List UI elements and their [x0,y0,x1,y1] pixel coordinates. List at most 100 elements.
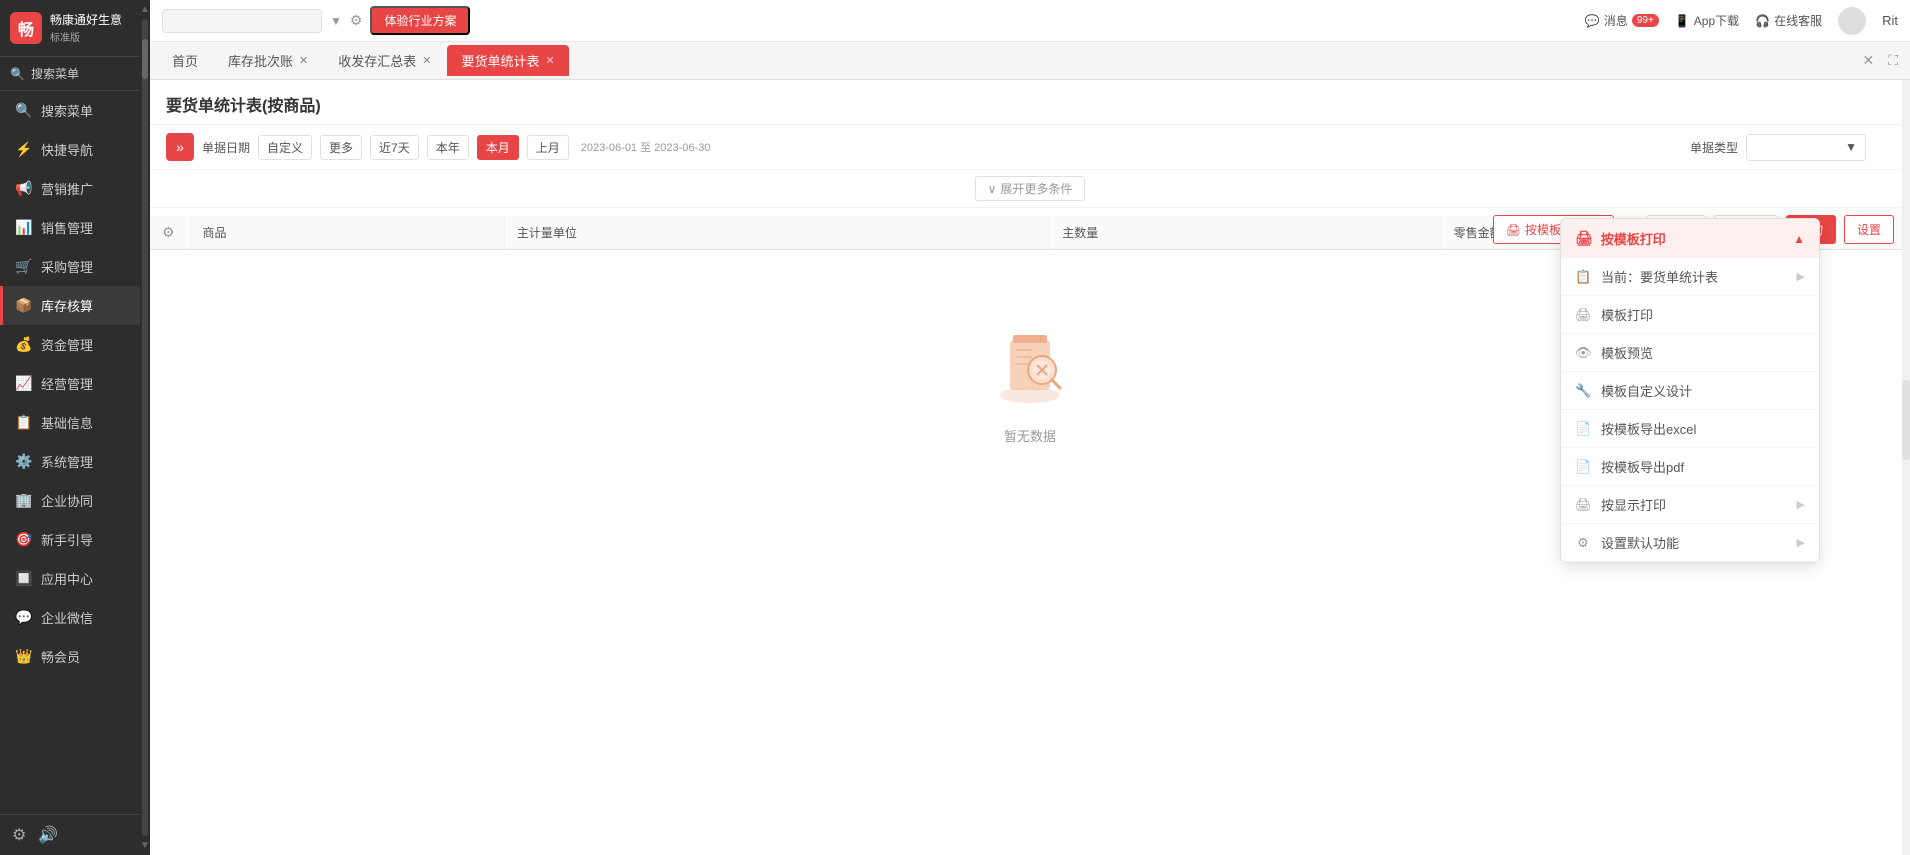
date-btn-自定义[interactable]: 自定义 [258,135,312,160]
tabs-right: ✕ ⛶ [1858,50,1902,71]
sidebar-item-enterprise[interactable]: 🏢 企业协同 [0,481,140,520]
topbar-gear-icon[interactable]: ⚙ [350,12,363,29]
dropdown-item-set-default[interactable]: ⚙ 设置默认功能 ▶ [1561,524,1819,562]
sidebar-item-guide[interactable]: 🎯 新手引导 [0,520,140,559]
dropdown-item-display-print[interactable]: 🖨 按显示打印 ▶ [1561,486,1819,524]
dropdown-item-export-excel[interactable]: 📄 按模板导出excel [1561,410,1819,448]
dropdown-current-arrow: ▶ [1797,270,1805,283]
sidebar-search[interactable]: 🔍 搜索菜单 [0,57,140,91]
tab-home[interactable]: 首页 [158,45,212,76]
date-btn-近7天[interactable]: 近7天 [370,135,419,160]
sidebar-footer: ⚙ 🔊 [0,814,140,855]
dropdown-current-item[interactable]: 📋 当前：要货单统计表 ▶ [1561,258,1819,296]
settings-label: 设置 [1857,221,1881,238]
dropdown-current-icon: 📋 [1575,269,1591,285]
search-label: 搜索菜单 [31,65,79,82]
filter-expand-button[interactable]: » [166,133,194,161]
printer-icon: 🖨 [1506,223,1521,237]
maximize-tab-btn[interactable]: ⛶ [1884,50,1902,71]
tab-close-order-stats[interactable]: ✕ [546,54,555,67]
sidebar-item-label-wechat: 企业微信 [41,608,93,627]
sidebar-item-basic-info[interactable]: 📋 基础信息 [0,403,140,442]
sidebar-logo: 畅 畅康通好生意 标准版 [0,0,140,57]
sidebar-item-label-marketing: 营销推广 [41,179,93,198]
sidebar-item-inventory[interactable]: 📦 库存核算 [0,286,140,325]
user-avatar[interactable] [1838,7,1866,35]
marketing-icon: 📢 [15,180,33,198]
th-unit: 主计量单位 [504,216,1049,250]
date-btn-更多[interactable]: 更多 [320,135,362,160]
tab-close-inventory-batch[interactable]: ✕ [299,54,308,67]
topbar-chevron-icon[interactable]: ▼ [330,14,342,28]
dropdown-item-export-pdf[interactable]: 📄 按模板导出pdf [1561,448,1819,486]
close-tab-btn[interactable]: ✕ [1858,50,1878,71]
logo-text-group: 畅康通好生意 标准版 [50,12,122,44]
display-print-label: 按显示打印 [1601,495,1666,514]
tab-receipt-summary[interactable]: 收发存汇总表✕ [324,45,445,76]
order-type-select[interactable]: ▼ [1746,134,1866,161]
sidebar-item-wechat[interactable]: 💬 企业微信 [0,598,140,637]
topbar: ▼ ⚙ 体验行业方案 💬 消息 99+ 📱 App下载 🎧 在线客服 Rit [150,0,1910,42]
sidebar-item-system[interactable]: ⚙️ 系统管理 [0,442,140,481]
app-download-icon: 📱 [1675,14,1690,28]
sidebar-item-quick-nav[interactable]: ⚡ 快捷导航 [0,130,140,169]
expand-icon: ∨ [988,182,997,196]
purchase-icon: 🛒 [15,258,33,276]
settings-button[interactable]: 设置 [1844,215,1894,244]
sidebar-scrollbar: ▲ ▼ [140,0,150,855]
tab-label-home: 首页 [172,51,198,70]
sidebar-item-label-inventory: 库存核算 [41,296,93,315]
message-item[interactable]: 💬 消息 99+ [1585,12,1659,29]
dropdown-current-label: 当前：要货单统计表 [1601,267,1718,286]
template-preview-label: 模板预览 [1601,343,1653,362]
promo-button[interactable]: 体验行业方案 [370,6,470,35]
sales-icon: 📊 [15,219,33,237]
message-icon: 💬 [1585,14,1600,28]
tab-order-stats[interactable]: 要货单统计表✕ [447,45,568,76]
date-btn-本月[interactable]: 本月 [477,135,519,160]
dropdown-item-template-print[interactable]: 🖨 模板打印 [1561,296,1819,334]
tab-inventory-batch[interactable]: 库存批次账 ✕ [214,45,322,76]
table-column-settings-icon[interactable]: ⚙ [162,224,175,240]
th-quantity: 主数量 [1050,216,1441,250]
dropdown-collapse-icon: ▲ [1793,232,1805,246]
dropdown-current-left: 📋 当前：要货单统计表 [1575,267,1718,286]
sidebar-item-finance[interactable]: 💰 资金管理 [0,325,140,364]
sidebar-item-app-center[interactable]: 🔲 应用中心 [0,559,140,598]
dropdown-header[interactable]: 🖨 按模板打印 ▲ [1561,219,1819,258]
sidebar-item-label-system: 系统管理 [41,452,93,471]
sidebar-item-member[interactable]: 👑 畅会员 [0,637,140,676]
sidebar-item-purchase[interactable]: 🛒 采购管理 [0,247,140,286]
filter-toolbar: » 单据日期自定义更多近7天本年本月上月2023-06-01 至 2023-06… [150,125,1910,170]
scroll-up-btn[interactable]: ▲ [140,4,150,15]
date-btn-上月[interactable]: 上月 [527,135,569,160]
app-download-label: App下载 [1694,12,1739,29]
online-service-label: 在线客服 [1774,12,1822,29]
headset-icon: 🎧 [1755,14,1770,28]
tab-label-inventory-batch: 库存批次账 [228,51,293,70]
sidebar-item-sales[interactable]: 📊 销售管理 [0,208,140,247]
settings-icon[interactable]: ⚙ [12,825,26,845]
logo-icon: 畅 [10,12,42,44]
display-print-icon: 🖨 [1575,497,1591,513]
online-service-item[interactable]: 🎧 在线客服 [1755,12,1822,29]
date-filter-label: 单据日期 [202,139,250,156]
dropdown-header-left: 🖨 按模板打印 [1575,229,1666,248]
order-type-label: 单据类型 [1690,139,1738,156]
topbar-search-input[interactable] [162,9,322,33]
speaker-icon[interactable]: 🔊 [38,825,58,845]
template-print-icon: 🖨 [1575,307,1591,323]
tab-close-receipt-summary[interactable]: ✕ [422,54,431,67]
sidebar-item-operations[interactable]: 📈 经营管理 [0,364,140,403]
dropdown-item-template-custom[interactable]: 🔧 模板自定义设计 [1561,372,1819,410]
export-excel-label: 按模板导出excel [1601,419,1696,438]
date-btn-本年[interactable]: 本年 [427,135,469,160]
dropdown-item-template-preview[interactable]: 👁 模板预览 [1561,334,1819,372]
sidebar-item-search[interactable]: 🔍 搜索菜单 [0,91,140,130]
sidebar-item-marketing[interactable]: 📢 营销推广 [0,169,140,208]
scroll-track [142,19,148,836]
topbar-right: 💬 消息 99+ 📱 App下载 🎧 在线客服 Rit [1585,7,1898,35]
app-download-item[interactable]: 📱 App下载 [1675,12,1739,29]
scroll-down-btn[interactable]: ▼ [140,840,150,851]
expand-more-button[interactable]: ∨ 展开更多条件 [975,176,1086,201]
